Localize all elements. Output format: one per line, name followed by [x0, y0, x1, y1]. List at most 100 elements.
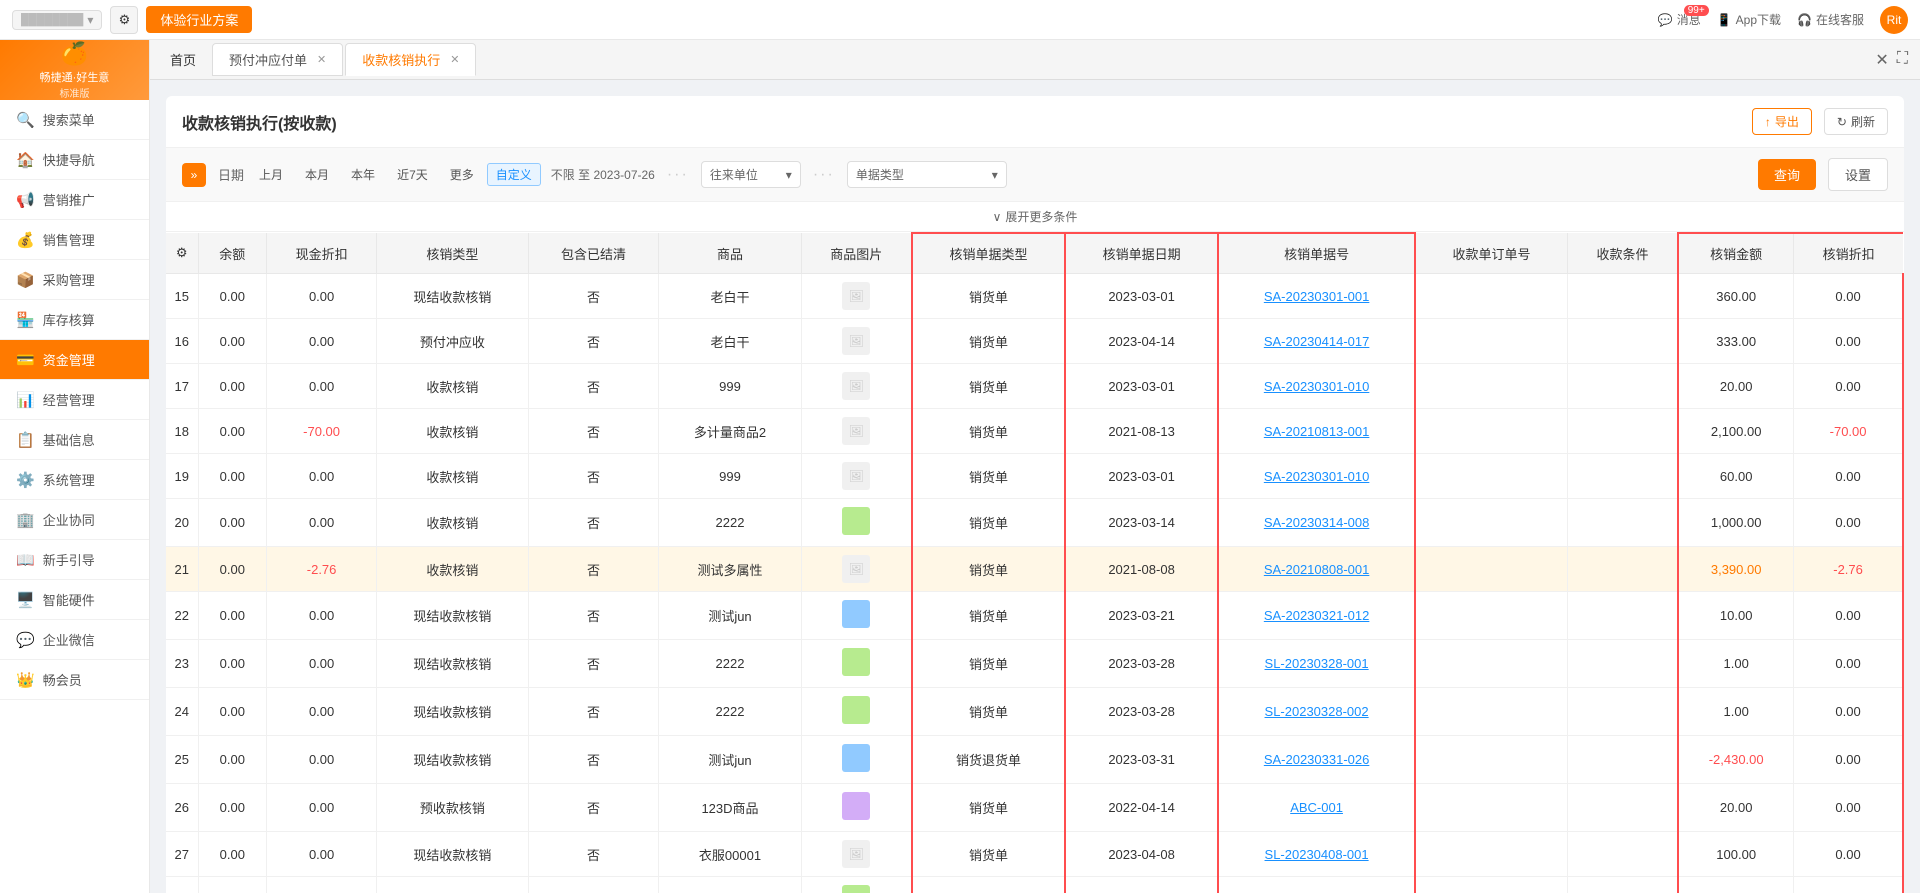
- cell-write-date: 2023-03-28: [1065, 640, 1218, 688]
- sidebar-label-finance: 资金管理: [43, 350, 95, 369]
- cell-write-no[interactable]: SA-20230301-010: [1218, 364, 1415, 409]
- sidebar-label-sales: 销售管理: [43, 230, 95, 249]
- tab-home[interactable]: 首页: [154, 44, 212, 75]
- cell-settled: 否: [528, 688, 659, 736]
- cell-balance: 0.00: [198, 319, 267, 364]
- cell-write-no[interactable]: SA-20230414-017: [1218, 319, 1415, 364]
- cell-discount: 0.00: [267, 688, 377, 736]
- sidebar-item-hardware[interactable]: 🖥️ 智能硬件: [0, 580, 149, 620]
- gear-icon: ⚙: [119, 12, 131, 28]
- app-download-button[interactable]: 📱 App下载: [1717, 11, 1781, 28]
- cell-write-no[interactable]: SA-20230314-008: [1218, 499, 1415, 547]
- tab-receipt-close[interactable]: ✕: [450, 53, 459, 66]
- filter-toggle-button[interactable]: »: [182, 163, 206, 187]
- tab-prepay-close[interactable]: ✕: [317, 53, 326, 66]
- cell-settled: 否: [528, 364, 659, 409]
- date-btn-more[interactable]: 更多: [441, 163, 483, 186]
- avatar[interactable]: Rit: [1880, 6, 1908, 34]
- cell-write-date: 2021-08-13: [1065, 409, 1218, 454]
- cell-write-amount: 1.00: [1678, 688, 1793, 736]
- cell-write-no[interactable]: SA-20210808-001: [1218, 547, 1415, 592]
- cell-write-date: 2023-04-14: [1065, 319, 1218, 364]
- sidebar-item-sales[interactable]: 💰 销售管理: [0, 220, 149, 260]
- cell-write-no[interactable]: SA-20230331-026: [1218, 736, 1415, 784]
- table-row: 21 0.00 -2.76 收款核销 否 测试多属性 🖼 销货单 2021-08…: [166, 547, 1903, 592]
- sidebar-item-quick[interactable]: 🏠 快捷导航: [0, 140, 149, 180]
- cell-write-type: 销货单: [912, 319, 1065, 364]
- cell-write-no[interactable]: SA-20230301-010: [1218, 454, 1415, 499]
- cell-write-date: 2023-03-14: [1065, 499, 1218, 547]
- cell-write-discount: 0.00: [1794, 688, 1903, 736]
- cell-write-discount: 0.00: [1794, 736, 1903, 784]
- sidebar-item-inventory[interactable]: 🏪 库存核算: [0, 300, 149, 340]
- sidebar-item-marketing[interactable]: 📢 营销推广: [0, 180, 149, 220]
- message-button[interactable]: 💬 消息 99+: [1658, 11, 1701, 28]
- cell-write-discount: -2.76: [1794, 547, 1903, 592]
- cell-type: 现结收款核销: [377, 274, 528, 319]
- cell-product-img: [801, 499, 912, 547]
- cell-seq: 27: [166, 832, 198, 877]
- th-settings[interactable]: ⚙: [166, 233, 198, 274]
- sidebar-item-basic[interactable]: 📋 基础信息: [0, 420, 149, 460]
- cell-type: 现结收款核销: [377, 736, 528, 784]
- cell-write-no[interactable]: SL-20230328-002: [1218, 688, 1415, 736]
- page-card: 收款核销执行(按收款) ↑ 导出 ↻ 刷新 »: [166, 96, 1904, 893]
- cell-seq: 26: [166, 784, 198, 832]
- date-btn-this-year[interactable]: 本年: [342, 163, 384, 186]
- setting-button[interactable]: 设置: [1828, 158, 1888, 191]
- partner-select[interactable]: 往来单位 ▾: [701, 161, 801, 188]
- cell-write-no[interactable]: SL-20230328-001: [1218, 640, 1415, 688]
- partner-chevron-icon: ▾: [786, 168, 792, 182]
- tab-prepay[interactable]: 预付冲应付单 ✕: [212, 43, 343, 76]
- th-write-discount: 核销折扣: [1794, 233, 1903, 274]
- customer-service-button[interactable]: 🎧 在线客服: [1797, 11, 1864, 28]
- cell-write-no[interactable]: SA-20210813-001: [1218, 409, 1415, 454]
- cell-seq: 20: [166, 499, 198, 547]
- th-write-bill-type: 核销单据类型: [912, 233, 1065, 274]
- chevron-down-icon: ∨: [993, 210, 1002, 224]
- sidebar-item-operation[interactable]: 📊 经营管理: [0, 380, 149, 420]
- sidebar-item-guide[interactable]: 📖 新手引导: [0, 540, 149, 580]
- export-button[interactable]: ↑ 导出: [1752, 108, 1812, 135]
- cell-receipt-condition: [1567, 688, 1678, 736]
- window-maximize-icon[interactable]: ⛶: [1897, 50, 1908, 70]
- cell-seq: 19: [166, 454, 198, 499]
- date-btn-7days[interactable]: 近7天: [388, 163, 437, 186]
- cell-write-amount: 20.00: [1678, 364, 1793, 409]
- sidebar-item-search[interactable]: 🔍 搜索菜单: [0, 100, 149, 140]
- sidebar-item-company[interactable]: 🏢 企业协同: [0, 500, 149, 540]
- export-icon: ↑: [1765, 115, 1771, 129]
- sidebar-item-purchase[interactable]: 📦 采购管理: [0, 260, 149, 300]
- sidebar-item-member[interactable]: 👑 畅会员: [0, 660, 149, 700]
- cell-write-type: 销货单: [912, 454, 1065, 499]
- cell-balance: 0.00: [198, 409, 267, 454]
- cell-write-no[interactable]: SL-20230408-001: [1218, 832, 1415, 877]
- date-btn-this-month[interactable]: 本月: [296, 163, 338, 186]
- sidebar-item-finance[interactable]: 💳 资金管理: [0, 340, 149, 380]
- cell-receipt-condition: [1567, 364, 1678, 409]
- cell-product: 999: [659, 364, 801, 409]
- settings-button[interactable]: ⚙: [110, 6, 138, 34]
- cell-write-no[interactable]: SA-20230321-012: [1218, 592, 1415, 640]
- window-close-icon[interactable]: ✕: [1875, 50, 1888, 70]
- cell-product-img: 🖼: [801, 319, 912, 364]
- tab-receipt[interactable]: 收款核销执行 ✕: [345, 43, 476, 76]
- cell-write-no[interactable]: ABC-001: [1218, 784, 1415, 832]
- bill-type-select[interactable]: 单据类型 ▾: [847, 161, 1007, 188]
- cell-write-no[interactable]: SL-20230418-001: [1218, 877, 1415, 893]
- sidebar-item-system[interactable]: ⚙️ 系统管理: [0, 460, 149, 500]
- cell-product-img: 🖼: [801, 274, 912, 319]
- expand-more-bar[interactable]: ∨ 展开更多条件: [166, 202, 1904, 232]
- cell-write-type: 销货单: [912, 592, 1065, 640]
- cell-write-date: 2023-04-18: [1065, 877, 1218, 893]
- cell-write-amount: -2,430.00: [1678, 736, 1793, 784]
- date-btn-last-month[interactable]: 上月: [250, 163, 292, 186]
- cell-seq: 24: [166, 688, 198, 736]
- cell-write-no[interactable]: SA-20230301-001: [1218, 274, 1415, 319]
- date-btn-custom[interactable]: 自定义: [487, 163, 541, 186]
- industry-button[interactable]: 体验行业方案: [146, 6, 252, 33]
- company-select[interactable]: ████████ ▾: [12, 10, 102, 30]
- query-button[interactable]: 查询: [1758, 159, 1816, 190]
- sidebar-item-wechat[interactable]: 💬 企业微信: [0, 620, 149, 660]
- refresh-button[interactable]: ↻ 刷新: [1824, 108, 1888, 135]
